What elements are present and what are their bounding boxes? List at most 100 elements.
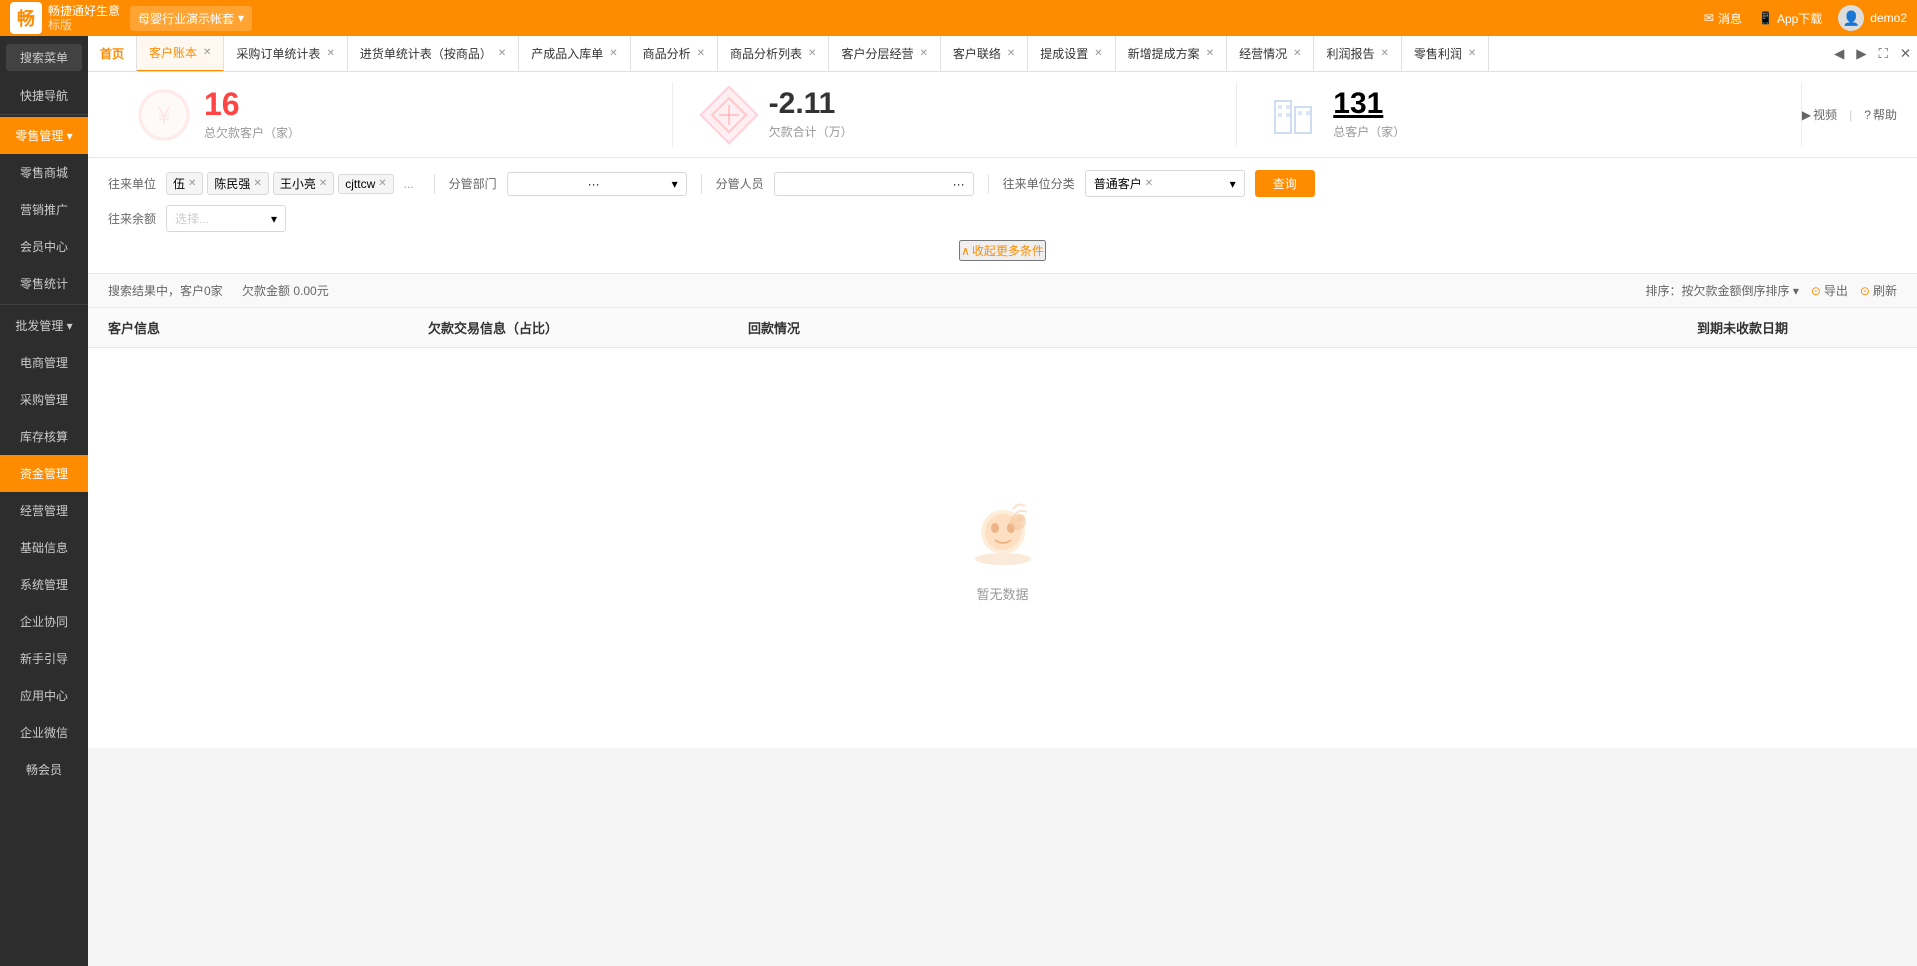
tab-bar: 首页 客户账本 ✕ 采购订单统计表 ✕ 进货单统计表（按商品） ✕ 产成品入库单…: [88, 36, 1917, 72]
tab-close-goods-analysis[interactable]: ✕: [697, 48, 705, 59]
store-selector[interactable]: 母婴行业演示帐套 ▾: [130, 6, 252, 31]
tab-close-commission[interactable]: ✕: [1094, 48, 1102, 59]
sidebar-item-app-center[interactable]: 应用中心: [0, 677, 88, 714]
tab-close-profit[interactable]: ✕: [1381, 48, 1389, 59]
unit-tag-cjttcw-remove[interactable]: ✕: [378, 178, 386, 189]
sidebar-item-retail-mall[interactable]: 零售商城: [0, 154, 88, 191]
stat-label-total: 总客户（家）: [1333, 123, 1405, 140]
sidebar-item-newbie[interactable]: 新手引导: [0, 640, 88, 677]
tab-commission[interactable]: 提成设置 ✕: [1028, 36, 1115, 72]
dept-label: 分管部门: [449, 175, 497, 192]
sidebar-item-operations[interactable]: 经营管理: [0, 492, 88, 529]
tab-close-customer-contact[interactable]: ✕: [1007, 48, 1015, 59]
unit-tag-chen-remove[interactable]: ✕: [253, 178, 261, 189]
avatar: 👤: [1838, 5, 1864, 31]
sidebar-item-retail[interactable]: 零售管理 ▾: [0, 117, 88, 154]
col-header-customer: 客户信息: [108, 318, 428, 337]
unit-tag-chen: 陈民强 ✕: [207, 172, 268, 195]
tab-retail-profit[interactable]: 零售利润 ✕: [1402, 36, 1489, 72]
unit-class-tag: 普通客户 ✕: [1094, 175, 1153, 192]
search-result-bar: 搜索结果中，客户0家 欠款金额 0.00元 排序：按欠款金额倒序排序 ▾ ⊙ 导…: [88, 274, 1917, 308]
tab-close-all[interactable]: ✕: [1894, 36, 1917, 72]
export-button[interactable]: ⊙ 导出: [1811, 282, 1848, 299]
sidebar-item-purchase[interactable]: 采购管理: [0, 381, 88, 418]
stat-info-total: 131 总客户（家）: [1333, 89, 1405, 140]
tab-business[interactable]: 经营情况 ✕: [1227, 36, 1314, 72]
table-body: 暂无数据: [88, 348, 1917, 748]
tab-goods-analysis[interactable]: 商品分析 ✕: [631, 36, 718, 72]
filter-section: 往来单位 伍 ✕ 陈民强 ✕ 王小亮: [88, 158, 1917, 274]
video-link[interactable]: ▶ 视频: [1802, 106, 1837, 123]
stat-label-customers: 总欠款客户（家）: [204, 124, 300, 141]
tab-customer-account[interactable]: 客户账本 ✕: [137, 36, 224, 72]
main-layout: 搜索菜单 快捷导航 零售管理 ▾ 零售商城 营销推广 会员中心 零售统计 批发管…: [0, 36, 1917, 966]
tab-customer-contact[interactable]: 客户联络 ✕: [941, 36, 1028, 72]
tab-close-business[interactable]: ✕: [1293, 48, 1301, 59]
unit-class-tag-remove[interactable]: ✕: [1145, 178, 1153, 189]
tab-goods-stat[interactable]: 进货单统计表（按商品） ✕: [348, 36, 519, 72]
stat-card-customers: ¥ 16 总欠款客户（家）: [108, 82, 673, 147]
search-button[interactable]: 查询: [1255, 170, 1315, 197]
person-select[interactable]: ···: [774, 172, 974, 196]
filter-divider-1: [434, 174, 435, 194]
refresh-icon: ⊙: [1860, 284, 1870, 298]
yuan-icon: ¥: [138, 89, 190, 141]
tab-maximize[interactable]: ⛶: [1872, 36, 1893, 72]
tab-goods-analysis-list[interactable]: 商品分析列表 ✕: [718, 36, 829, 72]
sidebar-item-ecommerce[interactable]: 电商管理: [0, 344, 88, 381]
balance-label: 往来余额: [108, 210, 156, 227]
tab-close-goods-list[interactable]: ✕: [808, 48, 816, 59]
filter-row-1: 往来单位 伍 ✕ 陈民强 ✕ 王小亮: [108, 170, 1897, 197]
quick-nav-button[interactable]: 快捷导航: [0, 79, 88, 112]
app-download-button[interactable]: 📱 App下载: [1758, 10, 1822, 27]
stat-label-amount: 欠款合计（万）: [769, 123, 853, 140]
person-label: 分管人员: [716, 175, 764, 192]
message-button[interactable]: ✉ 消息: [1704, 10, 1742, 27]
unit-tag-wu-remove[interactable]: ✕: [188, 178, 196, 189]
tab-scroll-left[interactable]: ◀: [1828, 36, 1850, 72]
sidebar-item-wechat[interactable]: 企业微信: [0, 714, 88, 751]
unit-tag-wang-remove[interactable]: ✕: [319, 178, 327, 189]
unit-class-select[interactable]: 普通客户 ✕ ▾: [1085, 170, 1245, 197]
tab-profit[interactable]: 利润报告 ✕: [1314, 36, 1401, 72]
no-data-text: 暂无数据: [976, 584, 1028, 603]
stat-value-customers: 16: [204, 88, 300, 120]
sidebar-item-member[interactable]: 畅会员: [0, 751, 88, 788]
collapse-button[interactable]: ∧ 收起更多条件: [959, 240, 1046, 261]
sidebar-item-system[interactable]: 系统管理: [0, 566, 88, 603]
sidebar-item-basics[interactable]: 基础信息: [0, 529, 88, 566]
sidebar-item-stock[interactable]: 库存核算: [0, 418, 88, 455]
tab-add-commission[interactable]: 新增提成方案 ✕: [1116, 36, 1227, 72]
sidebar-item-enterprise[interactable]: 企业协同: [0, 603, 88, 640]
sidebar-search-button[interactable]: 搜索菜单: [6, 44, 82, 71]
stat-info-amount: -2.11 欠款合计（万）: [769, 89, 853, 140]
tab-close-customer-layer[interactable]: ✕: [919, 48, 927, 59]
sidebar-item-retail-stat[interactable]: 零售统计: [0, 265, 88, 302]
sidebar-item-finance[interactable]: 资金管理: [0, 455, 88, 492]
help-link[interactable]: ? 帮助: [1864, 106, 1897, 123]
refresh-button[interactable]: ⊙ 刷新: [1860, 282, 1897, 299]
sidebar-item-wholesale[interactable]: 批发管理 ▾: [0, 307, 88, 344]
sidebar: 搜索菜单 快捷导航 零售管理 ▾ 零售商城 营销推广 会员中心 零售统计 批发管…: [0, 36, 88, 966]
tab-close-add-commission[interactable]: ✕: [1206, 48, 1214, 59]
balance-select[interactable]: 选择... ▾: [166, 205, 286, 232]
unit-more-button[interactable]: ...: [398, 175, 420, 193]
tab-scroll-right[interactable]: ▶: [1850, 36, 1872, 72]
stat-card-total: 131 总客户（家）: [1237, 82, 1802, 147]
unit-tag-wu: 伍 ✕: [166, 172, 203, 195]
tab-customer-layer[interactable]: 客户分层经营 ✕: [829, 36, 940, 72]
user-area[interactable]: 👤 demo2: [1838, 5, 1907, 31]
sidebar-divider-2: [0, 304, 88, 305]
sidebar-item-member-center[interactable]: 会员中心: [0, 228, 88, 265]
tab-close-product-stock[interactable]: ✕: [609, 48, 617, 59]
tab-close-purchase[interactable]: ✕: [326, 48, 334, 59]
sidebar-item-marketing[interactable]: 营销推广: [0, 191, 88, 228]
tab-purchase-order[interactable]: 采购订单统计表 ✕: [224, 36, 347, 72]
logo-icon: 畅: [10, 2, 42, 34]
tab-close-retail-profit[interactable]: ✕: [1468, 48, 1476, 59]
tab-product-stock[interactable]: 产成品入库单 ✕: [519, 36, 630, 72]
tab-home[interactable]: 首页: [88, 36, 137, 72]
tab-close-goods-stat[interactable]: ✕: [498, 48, 506, 59]
tab-close-customer-account[interactable]: ✕: [203, 47, 211, 58]
dept-select[interactable]: ··· ▾: [507, 172, 687, 196]
